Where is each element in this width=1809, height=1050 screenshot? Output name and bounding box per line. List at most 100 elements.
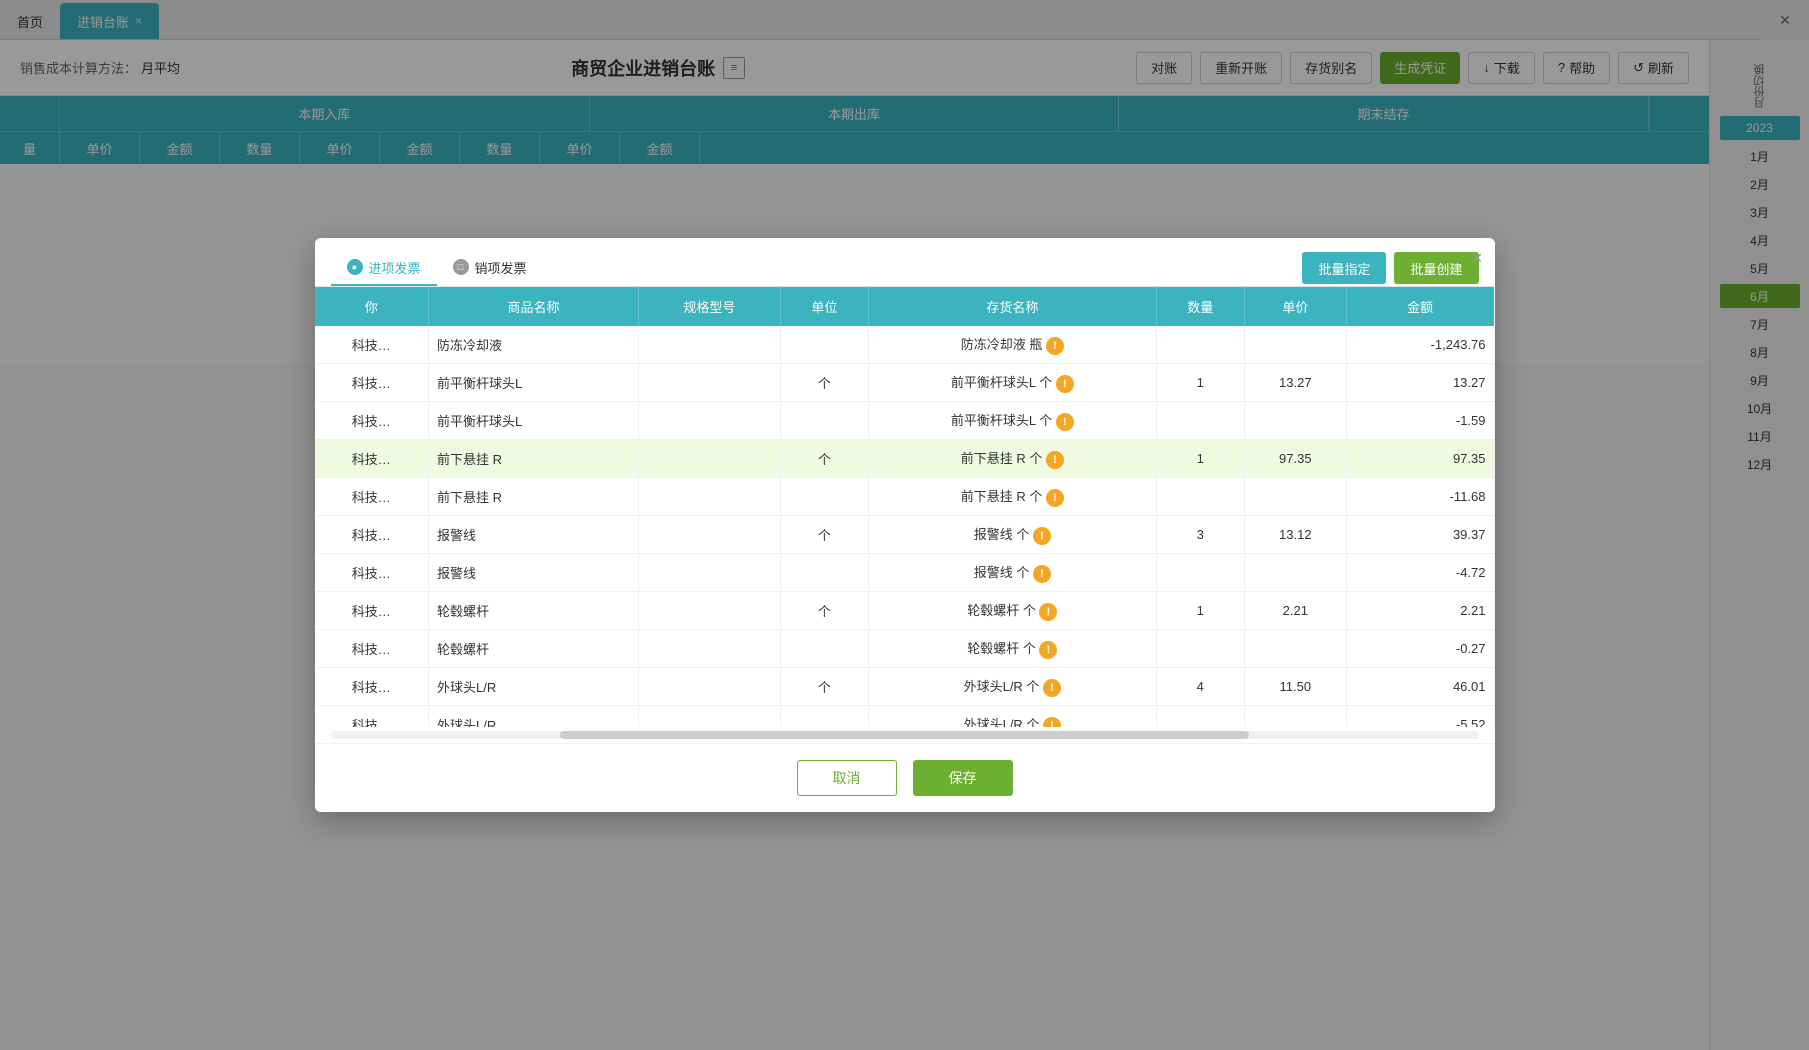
warning-icon: ! xyxy=(1039,603,1057,621)
incoming-tab-icon: ● xyxy=(347,259,363,275)
cell-amount: -1.59 xyxy=(1346,402,1494,440)
cell-inventory: 前平衡杆球头L 个 ! xyxy=(869,364,1157,402)
app-container: 首页 进销台账 × × 销售成本计算方法： 月平均 商贸企业进销台账 ≡ 对账 … xyxy=(0,0,1809,1050)
warning-icon: ! xyxy=(1046,489,1064,507)
cell-spec xyxy=(638,706,780,728)
cell-qty: 1 xyxy=(1156,592,1244,630)
cell-amount: 2.21 xyxy=(1346,592,1494,630)
cell-company: 科技… xyxy=(315,326,429,364)
cell-price xyxy=(1244,326,1346,364)
table-row: 科技… 前平衡杆球头L 个 前平衡杆球头L 个 ! 1 13.27 13.27 xyxy=(315,364,1495,402)
table-row: 科技… 防冻冷却液 防冻冷却液 瓶 ! -1,243.76 xyxy=(315,326,1495,364)
horizontal-scrollbar[interactable] xyxy=(331,731,1479,739)
cell-unit xyxy=(780,630,868,668)
cell-inventory: 外球头L/R 个 ! xyxy=(869,668,1157,706)
col-header-inventory-name: 存货名称 xyxy=(869,287,1157,326)
cell-product: 外球头L/R xyxy=(429,668,639,706)
batch-specify-button[interactable]: 批量指定 xyxy=(1302,252,1386,284)
cell-inventory: 前下悬挂 R 个 ! xyxy=(869,440,1157,478)
outgoing-tab-icon: □ xyxy=(453,259,469,275)
warning-icon: ! xyxy=(1033,565,1051,583)
cell-qty: 1 xyxy=(1156,440,1244,478)
table-row: 科技… 外球头L/R 个 外球头L/R 个 ! 4 11.50 46.01 xyxy=(315,668,1495,706)
cell-price: 97.35 xyxy=(1244,440,1346,478)
cell-inventory: 外球头L/R 个 ! xyxy=(869,706,1157,728)
cell-spec xyxy=(638,402,780,440)
cell-unit xyxy=(780,478,868,516)
warning-icon: ! xyxy=(1056,375,1074,393)
cell-company: 科技… xyxy=(315,440,429,478)
table-row: 科技… 轮毂螺杆 个 轮毂螺杆 个 ! 1 2.21 2.21 xyxy=(315,592,1495,630)
cell-spec xyxy=(638,364,780,402)
cell-spec xyxy=(638,326,780,364)
cell-price: 2.21 xyxy=(1244,592,1346,630)
cell-inventory: 报警线 个 ! xyxy=(869,516,1157,554)
cell-company: 科技… xyxy=(315,478,429,516)
cell-spec xyxy=(638,630,780,668)
cell-amount: 46.01 xyxy=(1346,668,1494,706)
cell-product: 前下悬挂 R xyxy=(429,440,639,478)
table-row: 科技… 前下悬挂 R 前下悬挂 R 个 ! -11.68 xyxy=(315,478,1495,516)
table-row: 科技… 前平衡杆球头L 前平衡杆球头L 个 ! -1.59 xyxy=(315,402,1495,440)
cell-price xyxy=(1244,554,1346,592)
cell-price xyxy=(1244,630,1346,668)
cell-spec xyxy=(638,478,780,516)
cell-spec xyxy=(638,516,780,554)
modal-footer: 取消 保存 xyxy=(315,743,1495,812)
modal-header: ● 进项发票 □ 销项发票 批量指定 批量创建 × xyxy=(315,238,1495,287)
warning-icon: ! xyxy=(1043,679,1061,697)
batch-create-button[interactable]: 批量创建 xyxy=(1394,252,1478,284)
cell-product: 轮毂螺杆 xyxy=(429,592,639,630)
cell-amount: 13.27 xyxy=(1346,364,1494,402)
cell-price: 11.50 xyxy=(1244,668,1346,706)
cell-product: 轮毂螺杆 xyxy=(429,630,639,668)
col-header-product-name: 商品名称 xyxy=(429,287,639,326)
modal-dialog: ● 进项发票 □ 销项发票 批量指定 批量创建 × 你 xyxy=(315,238,1495,812)
cell-unit: 个 xyxy=(780,592,868,630)
cell-amount: 97.35 xyxy=(1346,440,1494,478)
cell-spec xyxy=(638,440,780,478)
warning-icon: ! xyxy=(1039,641,1057,659)
warning-icon: ! xyxy=(1043,717,1061,727)
cell-product: 报警线 xyxy=(429,554,639,592)
cell-company: 科技… xyxy=(315,668,429,706)
cell-qty xyxy=(1156,630,1244,668)
cell-price xyxy=(1244,706,1346,728)
cancel-button[interactable]: 取消 xyxy=(797,760,897,796)
col-header-spec: 规格型号 xyxy=(638,287,780,326)
cell-inventory: 前平衡杆球头L 个 ! xyxy=(869,402,1157,440)
outgoing-tab-label: 销项发票 xyxy=(475,258,527,277)
cell-unit xyxy=(780,326,868,364)
modal-close-button[interactable]: × xyxy=(1472,248,1483,269)
warning-icon: ! xyxy=(1046,337,1064,355)
save-button[interactable]: 保存 xyxy=(913,760,1013,796)
cell-price xyxy=(1244,402,1346,440)
table-row: 科技… 报警线 报警线 个 ! -4.72 xyxy=(315,554,1495,592)
cell-product: 报警线 xyxy=(429,516,639,554)
table-header-row: 你 商品名称 规格型号 单位 存货名称 数量 单价 金额 xyxy=(315,287,1495,326)
cell-inventory: 防冻冷却液 瓶 ! xyxy=(869,326,1157,364)
cell-price: 13.12 xyxy=(1244,516,1346,554)
cell-inventory: 前下悬挂 R 个 ! xyxy=(869,478,1157,516)
scrollbar-thumb[interactable] xyxy=(560,731,1249,739)
col-header-unit: 单位 xyxy=(780,287,868,326)
modal-table-container[interactable]: 你 商品名称 规格型号 单位 存货名称 数量 单价 金额 xyxy=(315,287,1495,727)
cell-price xyxy=(1244,478,1346,516)
modal-tab-outgoing[interactable]: □ 销项发票 xyxy=(437,250,543,286)
cell-amount: -11.68 xyxy=(1346,478,1494,516)
warning-icon: ! xyxy=(1033,527,1051,545)
cell-qty: 4 xyxy=(1156,668,1244,706)
col-header-qty: 数量 xyxy=(1156,287,1244,326)
cell-inventory: 轮毂螺杆 个 ! xyxy=(869,630,1157,668)
cell-qty xyxy=(1156,706,1244,728)
cell-company: 科技… xyxy=(315,364,429,402)
cell-company: 科技… xyxy=(315,516,429,554)
cell-unit: 个 xyxy=(780,440,868,478)
cell-amount: -0.27 xyxy=(1346,630,1494,668)
cell-qty xyxy=(1156,402,1244,440)
modal-tab-incoming[interactable]: ● 进项发票 xyxy=(331,250,437,286)
cell-unit xyxy=(780,706,868,728)
table-row: 科技… 前下悬挂 R 个 前下悬挂 R 个 ! 1 97.35 97.35 xyxy=(315,440,1495,478)
warning-icon: ! xyxy=(1046,451,1064,469)
cell-product: 防冻冷却液 xyxy=(429,326,639,364)
